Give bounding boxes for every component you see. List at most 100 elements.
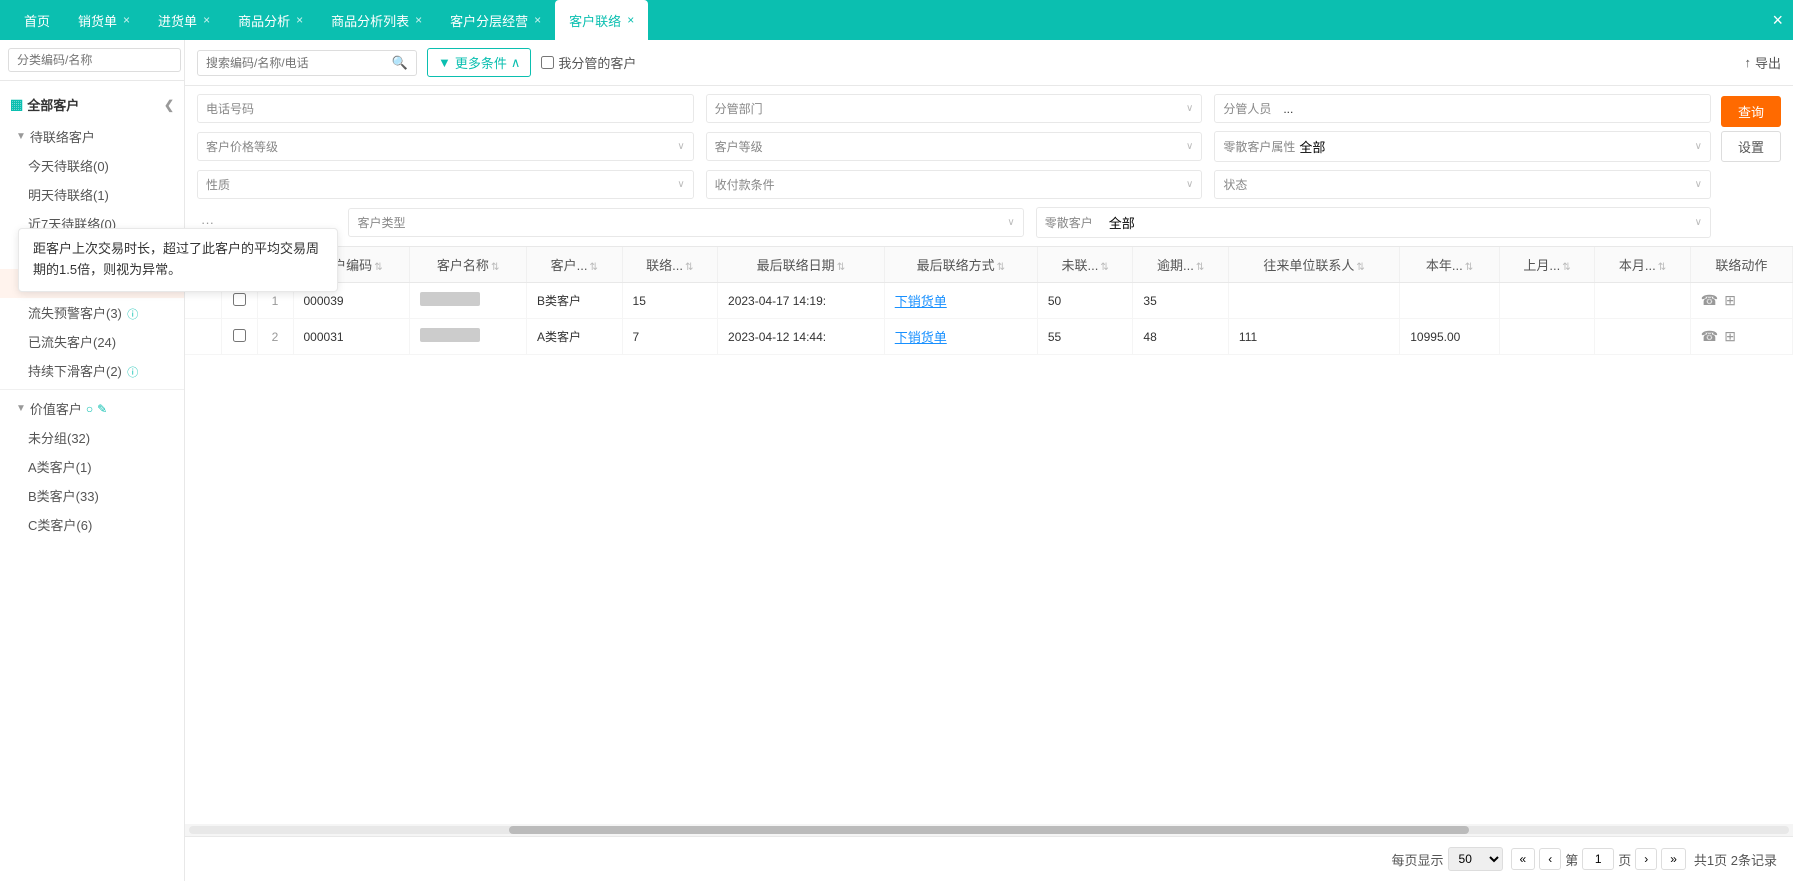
col-last-method[interactable]: 最后联络方式⇅ [884,247,1037,283]
filter-customer-type[interactable]: 客户类型 ∨ [348,208,1023,237]
close-icon[interactable]: × [534,13,541,27]
nav-tab-home[interactable]: 首页 [10,0,64,40]
scroll-thumb[interactable] [509,826,1469,834]
sort-icon: ⇅ [374,262,382,273]
my-customers-checkbox[interactable] [541,56,554,69]
sidebar-item-class-b[interactable]: B类客户(33) [0,481,184,510]
row-current-month [1595,283,1691,319]
row-category: A类客户 [527,319,623,355]
col-overdue[interactable]: 逾期...⇅ [1133,247,1229,283]
help-icon[interactable]: ⓘ [127,367,138,379]
nav-tab-product-list[interactable]: 商品分析列表 × [317,0,436,40]
row-name [410,283,527,319]
close-icon[interactable]: × [123,13,130,27]
more-action-icon[interactable]: ⊞ [1724,292,1736,309]
export-button[interactable]: ↑ 导出 [1744,53,1781,72]
horizontal-scrollbar[interactable] [185,824,1793,836]
edit-icon[interactable]: ✎ [97,402,107,416]
sidebar-item-declining[interactable]: 持续下滑客户(2) ⓘ [0,356,184,385]
filter-department[interactable]: 分管部门 ∨ [706,94,1203,123]
filter-row-2: 客户价格等级 ∨ 客户等级 ∨ 零散客户属性 全部 ∨ [197,131,1711,162]
sidebar-item-lost[interactable]: 已流失客户(24) [0,327,184,356]
row-select-checkbox[interactable] [233,293,246,306]
filter-customer-level[interactable]: 客户等级 ∨ [706,132,1203,161]
table-row: 2 000031 A类客户 7 2023-04-12 14:44: 下销货单 5… [185,319,1793,355]
row-settings [185,319,221,355]
row-current-year: 10995.00 [1400,319,1499,355]
filter-retail-customer[interactable]: 零散客户 全部 ∨ [1036,207,1711,238]
collapse-icon[interactable]: ❮ [164,98,174,112]
pending-contact-title[interactable]: ▼ 待联络客户 [0,122,184,151]
col-uncontacted[interactable]: 未联...⇅ [1037,247,1133,283]
col-actions: 联络动作 [1690,247,1792,283]
query-button[interactable]: 查询 [1721,96,1781,127]
col-category[interactable]: 客户...⇅ [527,247,623,283]
method-link[interactable]: 下销货单 [895,330,947,345]
sidebar-item-tomorrow[interactable]: 明天待联络(1) [0,180,184,209]
col-customer-name[interactable]: 客户名称⇅ [410,247,527,283]
col-contact-count[interactable]: 联络...⇅ [622,247,718,283]
close-icon[interactable]: × [296,13,303,27]
filter-status[interactable]: 状态 ∨ [1214,170,1711,199]
circle-icon[interactable]: ○ [86,402,93,416]
nav-tab-customer-tier[interactable]: 客户分层经营 × [436,0,555,40]
first-page-button[interactable]: « [1511,848,1536,870]
filter-price-level[interactable]: 客户价格等级 ∨ [197,132,694,161]
col-current-month[interactable]: 本月...⇅ [1595,247,1691,283]
nav-tab-sales[interactable]: 销货单 × [64,0,144,40]
col-last-date[interactable]: 最后联络日期⇅ [718,247,885,283]
search-icon[interactable]: 🔍 [392,55,408,71]
filter-manager[interactable]: 分管人员 ... [1214,94,1711,123]
col-current-year[interactable]: 本年...⇅ [1400,247,1499,283]
contact-icon[interactable]: ☎ [1701,292,1718,309]
sort-icon: ⇅ [491,262,499,273]
page-number-input[interactable] [1582,848,1614,870]
all-customers-header[interactable]: ▦ 全部客户 ❮ [0,89,184,120]
row-actions: ☎ ⊞ [1690,319,1792,355]
row-current-month [1595,319,1691,355]
page-size-select[interactable]: 50 20 100 [1448,847,1503,871]
main-search-input[interactable] [206,56,388,70]
settings-button[interactable]: 设置 [1721,131,1781,162]
sort-icon: ⇅ [1562,262,1570,273]
close-icon[interactable]: × [415,13,422,27]
sidebar-item-lost-preview[interactable]: 流失预警客户(3) ⓘ [0,298,184,327]
content-area: 🔍 ▼ 更多条件 ∧ 我分管的客户 ↑ 导出 [185,40,1793,881]
prev-page-button[interactable]: ‹ [1539,848,1561,870]
chevron-down-icon: ∨ [1695,141,1702,152]
nav-tab-customer-contact[interactable]: 客户联络 × [555,0,648,40]
col-unit-contact[interactable]: 往来单位联系人⇅ [1228,247,1399,283]
next-page-button[interactable]: › [1635,848,1657,870]
nav-tab-purchase[interactable]: 进货单 × [144,0,224,40]
sidebar-item-class-a[interactable]: A类客户(1) [0,452,184,481]
window-close-button[interactable]: × [1772,10,1783,31]
col-last-month[interactable]: 上月...⇅ [1499,247,1595,283]
sidebar-item-ungrouped[interactable]: 未分组(32) [0,423,184,452]
close-icon[interactable]: × [627,13,634,27]
row-select-checkbox[interactable] [233,329,246,342]
row-last-method[interactable]: 下销货单 [884,283,1037,319]
chevron-down-icon: ∨ [1186,103,1193,114]
sidebar-item-class-c[interactable]: C类客户(6) [0,510,184,539]
row-last-method[interactable]: 下销货单 [884,319,1037,355]
sidebar-search-input[interactable] [8,48,181,72]
my-customers-checkbox-label[interactable]: 我分管的客户 [541,53,636,72]
row-overdue: 48 [1133,319,1229,355]
method-link[interactable]: 下销货单 [895,294,947,309]
scroll-track[interactable] [189,826,1789,834]
last-page-button[interactable]: » [1661,848,1686,870]
sidebar-item-today[interactable]: 今天待联络(0) [0,151,184,180]
more-action-icon[interactable]: ⊞ [1724,328,1736,345]
filter-retail-attr[interactable]: 零散客户属性 全部 ∨ [1214,131,1711,162]
more-conditions-button[interactable]: ▼ 更多条件 ∧ [427,48,531,77]
filter-payment[interactable]: 收付款条件 ∨ [706,170,1203,199]
nav-tab-product-analysis[interactable]: 商品分析 × [224,0,317,40]
value-customer-title[interactable]: ▼ 价值客户 ○ ✎ [0,394,184,423]
filter-nature[interactable]: 性质 ∨ [197,170,694,199]
help-icon[interactable]: ⓘ [127,309,138,321]
row-uncontacted: 55 [1037,319,1133,355]
row-checkbox[interactable] [221,319,257,355]
close-icon[interactable]: × [203,13,210,27]
filter-phone[interactable]: 电话号码 [197,94,694,123]
contact-icon[interactable]: ☎ [1701,328,1718,345]
